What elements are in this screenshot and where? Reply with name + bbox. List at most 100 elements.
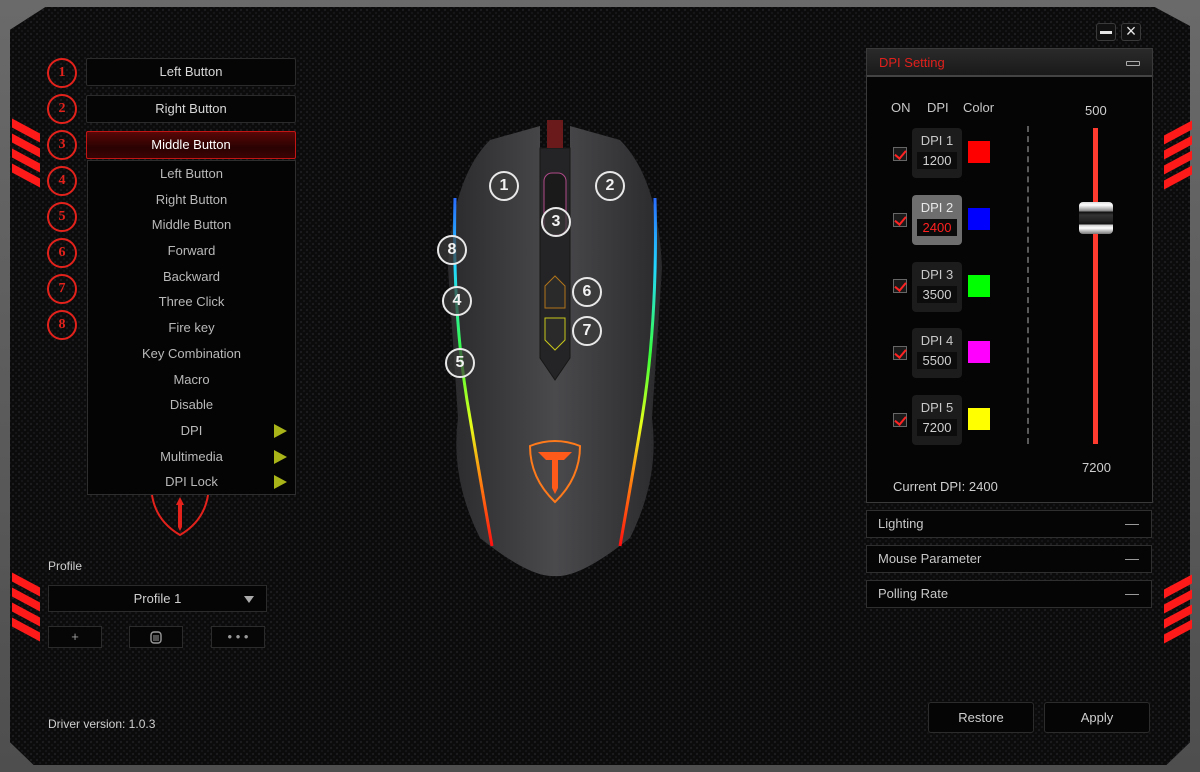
dpi-1-card[interactable]: DPI 1 1200 [912,128,962,178]
dpi-slider-thumb[interactable] [1079,201,1113,234]
button-number-7[interactable]: 7 [47,274,77,304]
menu-item-macro[interactable]: Macro [88,367,295,393]
dpi-level-value[interactable]: 3500 [917,286,957,303]
restore-button[interactable]: Restore [928,702,1034,733]
dpi-5-checkbox[interactable] [893,413,907,427]
menu-item-disable[interactable]: Disable [88,392,295,418]
dpi-setting-title: DPI Setting [879,55,945,70]
menu-item-right-button[interactable]: Right Button [88,187,295,213]
dpi-level-value[interactable]: 7200 [917,419,957,436]
button-1-assignment[interactable]: Left Button [86,58,296,86]
button-3-assignment[interactable]: Middle Button [86,131,296,159]
button-number-2[interactable]: 2 [47,94,77,124]
mouse-callout-2[interactable]: 2 [595,171,625,201]
dpi-level-value[interactable]: 2400 [917,219,957,236]
dpi-level-name: DPI 3 [920,267,954,282]
dpi-4-color-swatch[interactable] [968,341,990,363]
dpi-4-card[interactable]: DPI 4 5500 [912,328,962,378]
button-2-assignment[interactable]: Right Button [86,95,296,123]
close-icon: × [1125,21,1137,41]
trash-icon [150,631,162,644]
submenu-arrow-icon [274,423,287,438]
menu-item-label: Macro [173,371,210,387]
brand-logo-icon [151,495,209,537]
dpi-level-value[interactable]: 1200 [917,152,957,169]
dpi-2-checkbox[interactable] [893,213,907,227]
apply-button[interactable]: Apply [1044,702,1150,733]
menu-item-dpi[interactable]: DPI [88,418,295,444]
mouse-callout-8[interactable]: 8 [437,235,467,265]
slider-min-label: 500 [1085,103,1107,118]
slider-max-label: 7200 [1082,460,1111,475]
dpi-3-checkbox[interactable] [893,279,907,293]
profile-select[interactable]: Profile 1 [48,585,267,612]
dpi-5-card[interactable]: DPI 5 7200 [912,395,962,445]
mouse-callout-6[interactable]: 6 [572,277,602,307]
menu-item-multimedia[interactable]: Multimedia [88,444,295,470]
expand-icon [1125,559,1139,560]
menu-item-three-click[interactable]: Three Click [88,289,295,315]
dpi-level-name: DPI 4 [920,333,954,348]
submenu-arrow-icon [274,449,287,464]
current-dpi-value: 2400 [968,479,998,494]
ellipsis-icon: • • • [227,629,249,644]
button-number-5[interactable]: 5 [47,202,77,232]
mouse-image [448,120,662,577]
menu-item-label: Disable [169,397,214,413]
more-options-button[interactable]: • • • [211,626,265,648]
stripe-decoration-left-bottom [12,572,40,642]
menu-item-label: Three Click [158,294,225,310]
profile-selected-value: Profile 1 [133,591,182,606]
mouse-callout-5[interactable]: 5 [445,348,475,378]
dpi-3-color-swatch[interactable] [968,275,990,297]
menu-item-label: DPI [180,422,203,438]
menu-item-fire-key[interactable]: Fire key [88,315,295,341]
dpi-2-card[interactable]: DPI 2 2400 [912,195,962,245]
delete-profile-button[interactable] [129,626,183,648]
dpi-3-card[interactable]: DPI 3 3500 [912,262,962,312]
add-profile-button[interactable]: + [48,626,102,648]
menu-item-label: Middle Button [151,217,232,233]
menu-item-key-combination[interactable]: Key Combination [88,341,295,367]
collapse-icon[interactable] [1126,61,1140,66]
chevron-down-icon [244,596,254,603]
dpi-level-value[interactable]: 5500 [917,352,957,369]
button-number-1[interactable]: 1 [47,58,77,88]
menu-item-label: DPI Lock [165,474,218,490]
button-number-8[interactable]: 8 [47,310,77,340]
profile-label: Profile [48,559,83,573]
mouse-callout-4[interactable]: 4 [442,286,472,316]
section-label: Lighting [878,516,924,531]
button-number-4[interactable]: 4 [47,166,77,196]
dpi-5-color-swatch[interactable] [968,408,990,430]
dpi-setting-header[interactable]: DPI Setting [867,49,1152,77]
section-polling-rate[interactable]: Polling Rate [866,580,1152,608]
mouse-callout-7[interactable]: 7 [572,316,602,346]
dpi-slider-track[interactable] [1093,128,1098,444]
mouse-callout-1[interactable]: 1 [489,171,519,201]
section-mouse-parameter[interactable]: Mouse Parameter [866,545,1152,573]
menu-item-forward[interactable]: Forward [88,238,295,264]
button-number-3[interactable]: 3 [47,130,77,160]
menu-item-backward[interactable]: Backward [88,264,295,290]
column-header-color: Color [963,100,995,115]
button-number-6[interactable]: 6 [47,238,77,268]
dpi-level-name: DPI 5 [920,400,954,415]
stripe-decoration-left-top [12,118,40,188]
menu-item-left-button[interactable]: Left Button [88,161,295,187]
dpi-1-checkbox[interactable] [893,147,907,161]
minimize-icon [1100,31,1112,34]
dpi-setting-panel: DPI Setting [866,48,1153,503]
dpi-1-color-swatch[interactable] [968,141,990,163]
section-lighting[interactable]: Lighting [866,510,1152,538]
menu-item-label: Right Button [155,191,228,207]
menu-item-middle-button[interactable]: Middle Button [88,212,295,238]
minimize-button[interactable] [1096,23,1116,41]
menu-item-dpi-lock[interactable]: DPI Lock [88,469,295,495]
dpi-level-name: DPI 2 [920,200,954,215]
menu-item-label: Forward [167,243,216,259]
close-button[interactable]: × [1121,21,1141,41]
dpi-4-checkbox[interactable] [893,346,907,360]
mouse-callout-3[interactable]: 3 [541,207,571,237]
dpi-2-color-swatch[interactable] [968,208,990,230]
